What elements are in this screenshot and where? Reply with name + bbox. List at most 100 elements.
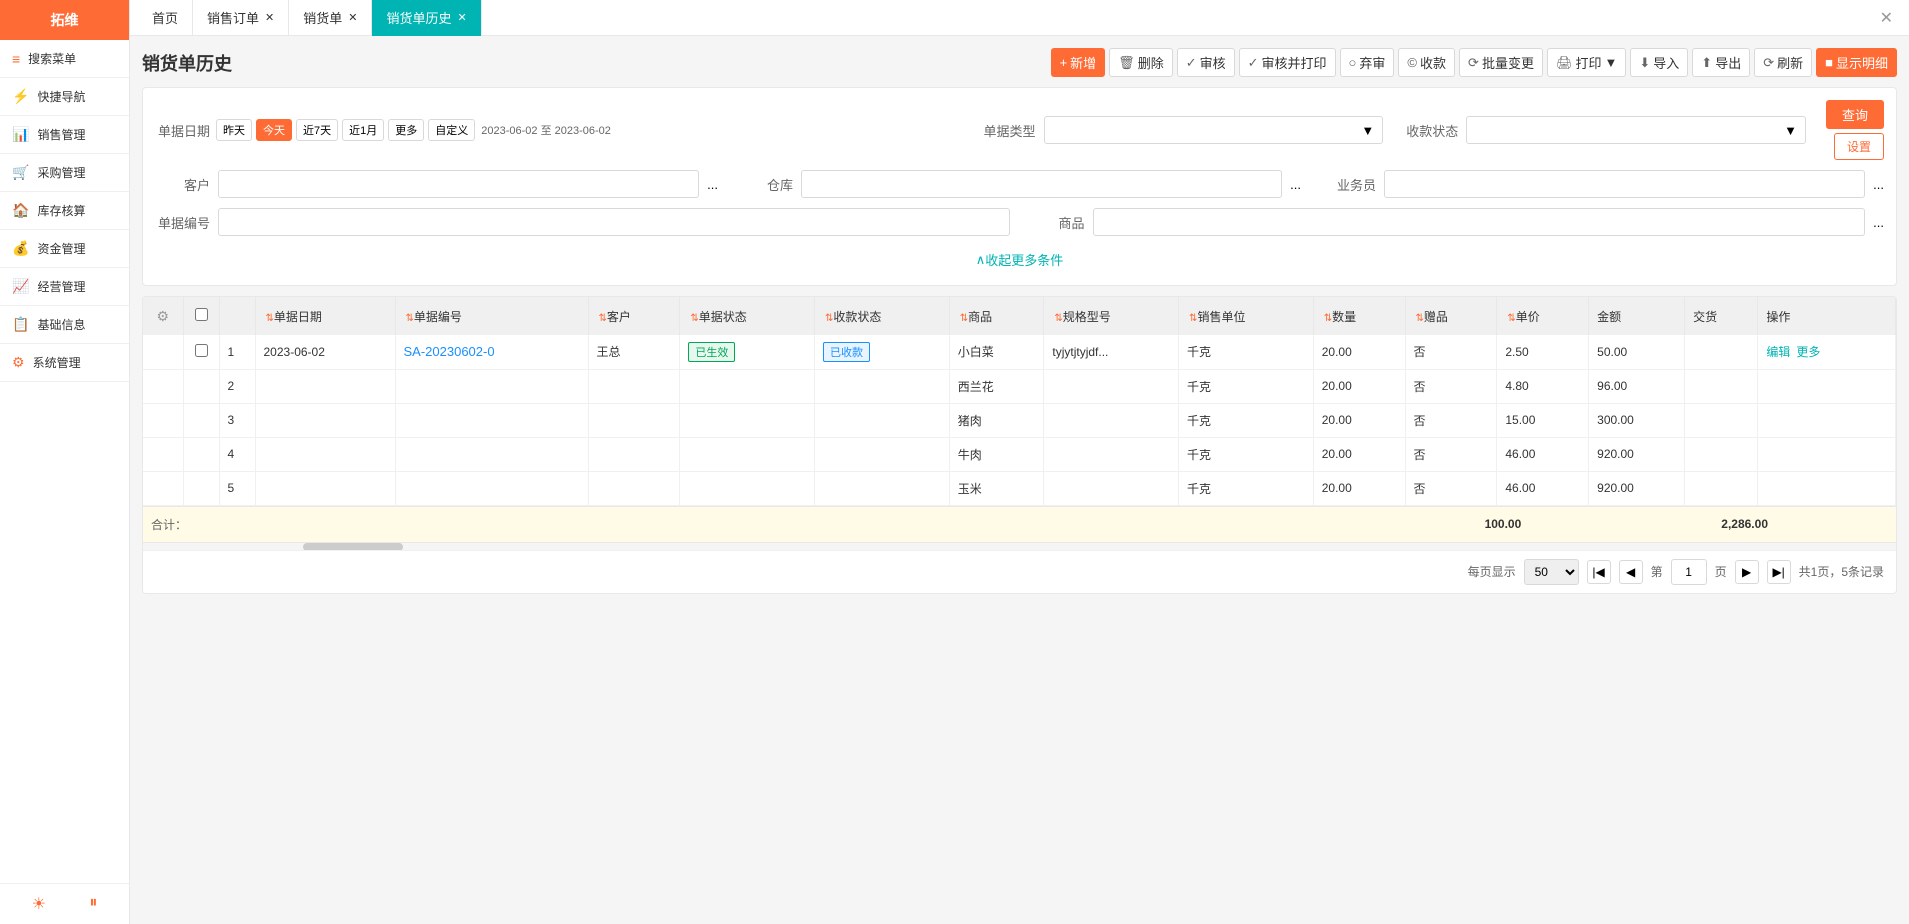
- warehouse-dots[interactable]: ...: [1290, 177, 1301, 192]
- row-checkbox[interactable]: [195, 344, 208, 357]
- doc-status-col-header[interactable]: ⇅单据状态: [680, 297, 815, 335]
- data-table: ⚙ ⇅单据日期 ⇅单据编号 ⇅客户: [142, 296, 1897, 594]
- tab-sales-goods[interactable]: 销货单 ✕: [289, 0, 372, 36]
- collect-status-cell: [815, 369, 950, 403]
- spec-col-header[interactable]: ⇅规格型号: [1044, 297, 1179, 335]
- show-detail-button[interactable]: ■ 显示明细: [1816, 48, 1897, 77]
- goods-label: 商品: [1030, 213, 1085, 232]
- close-all-tabs-button[interactable]: ✕: [1872, 8, 1901, 28]
- goods-dots[interactable]: ...: [1873, 215, 1884, 230]
- new-button[interactable]: + 新增: [1051, 48, 1106, 77]
- audit-button[interactable]: ✓ 审核: [1177, 48, 1235, 77]
- table-row: 5 玉米 千克 20.00 否 46.00 920.00: [143, 471, 1896, 505]
- quantity-col-header[interactable]: ⇅数量: [1313, 297, 1405, 335]
- sidebar-item-ops-mgmt[interactable]: 📈 经营管理: [0, 268, 129, 306]
- doc-no-field: 单据编号: [155, 208, 1010, 236]
- more-action-button[interactable]: 更多: [1796, 345, 1820, 359]
- print-button[interactable]: 🖨 打印 ▼: [1547, 48, 1626, 77]
- customer-col-header[interactable]: ⇅客户: [588, 297, 680, 335]
- delete-button[interactable]: 🗑 删除: [1109, 48, 1173, 77]
- page-number-input[interactable]: [1671, 559, 1707, 585]
- tab-close-sales-order[interactable]: ✕: [265, 11, 274, 24]
- tab-close-sales-goods[interactable]: ✕: [348, 11, 357, 24]
- collapse-button[interactable]: ∧ 收起更多条件: [155, 246, 1884, 273]
- checkbox-cell[interactable]: [183, 471, 219, 505]
- amount-col-header: 金额: [1589, 297, 1685, 335]
- settings-gear-icon[interactable]: ⚙: [156, 308, 169, 324]
- sidebar-item-purchase-mgmt[interactable]: 🛒 采购管理: [0, 154, 129, 192]
- sales-unit-col-header[interactable]: ⇅销售单位: [1179, 297, 1314, 335]
- sidebar: 拓维 ≡ 搜索菜单 ⚡ 快捷导航 📊 销售管理 🛒 采购管理 🏠 库存核算 💰 …: [0, 0, 130, 924]
- action-col-header: 操作: [1758, 297, 1896, 335]
- sidebar-item-search-menu[interactable]: ≡ 搜索菜单: [0, 40, 129, 78]
- per-page-select[interactable]: 50 100 200: [1524, 559, 1579, 585]
- doc-no-link[interactable]: SA-20230602-0: [404, 344, 495, 359]
- refresh-button[interactable]: ⟳ 刷新: [1754, 48, 1812, 77]
- checkbox-cell[interactable]: [183, 369, 219, 403]
- date-btn-more[interactable]: 更多: [388, 119, 424, 141]
- date-btn-custom[interactable]: 自定义: [428, 119, 475, 141]
- checkbox-cell[interactable]: [183, 403, 219, 437]
- set-button[interactable]: 设置: [1834, 133, 1884, 160]
- sort-icon: ⇅: [825, 313, 833, 324]
- tab-sales-order[interactable]: 销售订单 ✕: [193, 0, 289, 36]
- checkbox-cell[interactable]: [183, 335, 219, 369]
- customer-dots[interactable]: ...: [707, 177, 718, 192]
- export-button[interactable]: ⬆ 导出: [1692, 48, 1750, 77]
- sidebar-item-inventory[interactable]: 🏠 库存核算: [0, 192, 129, 230]
- prev-page-button[interactable]: ◀: [1619, 560, 1643, 584]
- goods-col-header[interactable]: ⇅商品: [949, 297, 1044, 335]
- settings-col-header[interactable]: ⚙: [143, 297, 183, 335]
- staff-dots[interactable]: ...: [1873, 177, 1884, 192]
- date-btn-today[interactable]: 今天: [256, 119, 292, 141]
- doc-no-cell[interactable]: [395, 437, 588, 471]
- horizontal-scrollbar[interactable]: [143, 542, 1896, 550]
- abandon-button[interactable]: ○ 弃审: [1340, 48, 1395, 77]
- sidebar-item-label: 采购管理: [37, 164, 85, 181]
- quick-nav-icon: ⚡: [12, 88, 29, 105]
- next-page-button[interactable]: ▶: [1735, 560, 1759, 584]
- sidebar-bottom-icon-1[interactable]: ☀: [32, 894, 46, 914]
- tab-sales-history[interactable]: 销货单历史 ✕: [372, 0, 481, 36]
- select-all-checkbox[interactable]: [195, 308, 208, 321]
- staff-input[interactable]: [1384, 170, 1865, 198]
- sidebar-item-funds-mgmt[interactable]: 💰 资金管理: [0, 230, 129, 268]
- date-btn-7days[interactable]: 近7天: [296, 119, 338, 141]
- tab-home[interactable]: 首页: [138, 0, 193, 36]
- audit-print-button[interactable]: ✓ 审核并打印: [1239, 48, 1336, 77]
- first-page-button[interactable]: |◀: [1587, 560, 1611, 584]
- collect-status-select[interactable]: ▼: [1466, 116, 1806, 144]
- doc-type-select[interactable]: ▼: [1044, 116, 1384, 144]
- warehouse-field: 仓库 ...: [738, 170, 1301, 198]
- unit-price-col-header[interactable]: ⇅单价: [1497, 297, 1589, 335]
- doc-no-cell[interactable]: [395, 369, 588, 403]
- gift-col-header[interactable]: ⇅赠品: [1405, 297, 1497, 335]
- sidebar-bottom-icon-2[interactable]: ⏸: [89, 894, 97, 914]
- warehouse-input[interactable]: [801, 170, 1282, 198]
- doc-no-cell[interactable]: [395, 471, 588, 505]
- sidebar-item-quick-nav[interactable]: ⚡ 快捷导航: [0, 78, 129, 116]
- sidebar-item-sales-mgmt[interactable]: 📊 销售管理: [0, 116, 129, 154]
- date-col-header[interactable]: ⇅单据日期: [255, 297, 395, 335]
- import-button[interactable]: ⬇ 导入: [1630, 48, 1688, 77]
- tab-close-sales-history[interactable]: ✕: [458, 11, 467, 24]
- date-btn-1month[interactable]: 近1月: [342, 119, 384, 141]
- doc-no-cell[interactable]: [395, 403, 588, 437]
- date-btn-yesterday[interactable]: 昨天: [216, 119, 252, 141]
- goods-input[interactable]: [1093, 208, 1866, 236]
- last-page-button[interactable]: ▶|: [1767, 560, 1791, 584]
- edit-action-button[interactable]: 编辑: [1766, 345, 1790, 359]
- doc-no-cell[interactable]: SA-20230602-0: [395, 335, 588, 369]
- doc-no-col-header[interactable]: ⇅单据编号: [395, 297, 588, 335]
- collect-status-col-header[interactable]: ⇅收款状态: [815, 297, 950, 335]
- sort-icon: ⇅: [1507, 313, 1515, 324]
- collect-button[interactable]: © 收款: [1398, 48, 1455, 77]
- batch-change-button[interactable]: ⟳ 批量变更: [1459, 48, 1543, 77]
- sidebar-item-basic-info[interactable]: 📋 基础信息: [0, 306, 129, 344]
- sidebar-item-sys-mgmt[interactable]: ⚙ 系统管理: [0, 344, 129, 382]
- amount-cell: 920.00: [1589, 437, 1685, 471]
- checkbox-cell[interactable]: [183, 437, 219, 471]
- doc-no-input[interactable]: [218, 208, 1010, 236]
- customer-input[interactable]: [218, 170, 699, 198]
- query-button[interactable]: 查询: [1826, 100, 1884, 129]
